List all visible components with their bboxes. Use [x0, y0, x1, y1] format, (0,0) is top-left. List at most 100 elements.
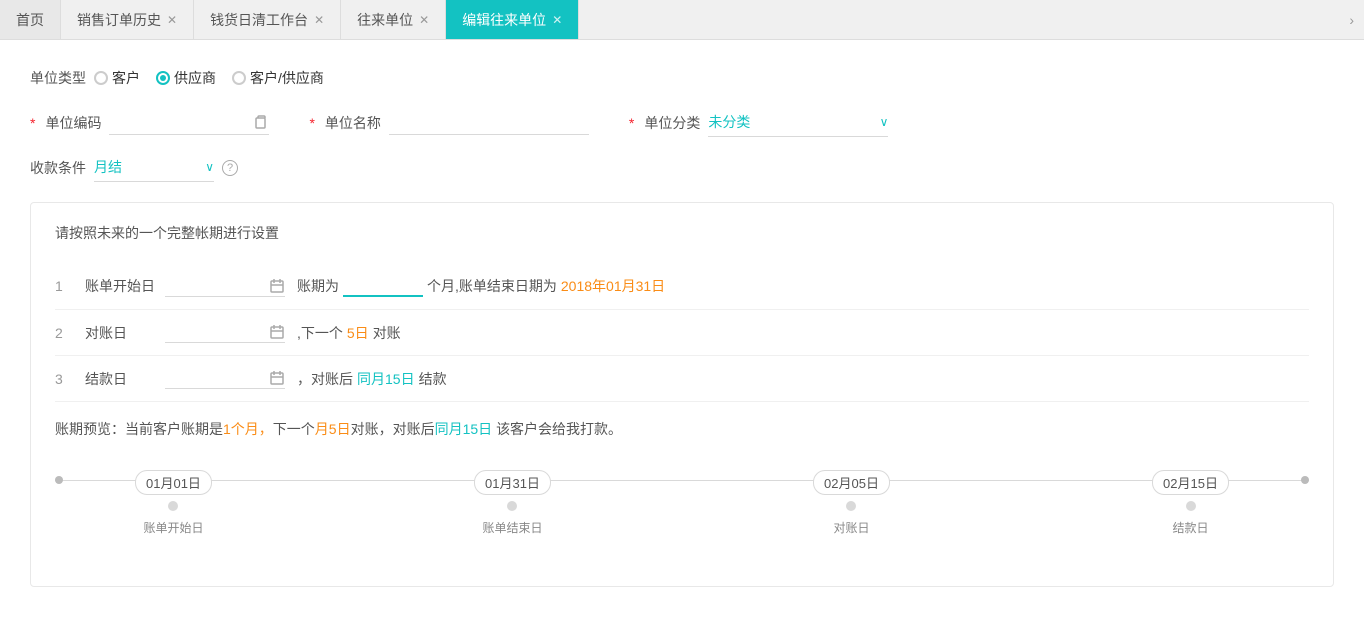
unit-category-label: 单位分类 [644, 113, 700, 133]
timeline-node-0-date: 01月01日 [135, 470, 212, 495]
reconcile-date-cal-icon[interactable] [269, 324, 285, 340]
unit-code-required: * [30, 115, 35, 131]
radio-customer-label: 客户 [112, 68, 140, 88]
row-desc-3: ，对账后 同月15日 结款 [297, 369, 447, 389]
suffix-pre-1: 账期为 [297, 276, 339, 296]
tab-edit-counterparty-close[interactable]: ✕ [552, 14, 562, 26]
timeline-node-3-label: 结款日 [1173, 519, 1209, 536]
tab-arrow[interactable]: › [1339, 0, 1364, 39]
tab-cash-work-label: 钱货日清工作台 [210, 10, 308, 30]
timeline-node-0-dot [168, 501, 178, 511]
row-key-2: 对账日 [85, 323, 165, 343]
row-num-3: 3 [55, 371, 85, 387]
preview-suffix: 该客户会给我打款。 [496, 421, 622, 437]
payment-date-wrap: 2018-02-15 [165, 368, 285, 389]
row-desc-1: 账期为 1 个月,账单结束日期为 2018年01月31日 [297, 275, 665, 297]
timeline-node-1-dot [507, 501, 517, 511]
tab-edit-counterparty-label: 编辑往来单位 [462, 10, 546, 30]
payment-terms-field: 收款条件 月结 ∨ ? [30, 153, 238, 182]
unit-type-field: 单位类型 客户 供应商 客户/供应商 [30, 68, 324, 88]
unit-category-field: * 单位分类 未分类 ∨ [629, 108, 888, 137]
unit-category-select[interactable]: 未分类 ∨ [708, 108, 888, 137]
timeline-node-1-date: 01月31日 [474, 470, 551, 495]
tab-counterparty-label: 往来单位 [357, 10, 413, 30]
unit-code-copy-icon[interactable] [253, 114, 269, 130]
timeline-node-3: 02月15日 结款日 [1152, 470, 1229, 536]
timeline-nodes: 01月01日 账单开始日 01月31日 账单结束日 02月05日 对账日 [55, 470, 1309, 536]
radio-customer[interactable]: 客户 [94, 68, 140, 88]
timeline-node-1: 01月31日 账单结束日 [474, 470, 551, 536]
radio-supplier-circle [156, 71, 170, 85]
timeline-node-2: 02月05日 对账日 [813, 470, 890, 536]
tab-home[interactable]: 首页 [0, 0, 61, 39]
payment-date-input[interactable]: 2018-02-15 [165, 368, 265, 388]
preview-payment-day: 同月15日 [435, 421, 493, 437]
timeline-node-2-dot [846, 501, 856, 511]
period-input[interactable]: 1 [343, 275, 423, 297]
unit-name-required: * [309, 115, 314, 131]
unit-type-row: 单位类型 客户 供应商 客户/供应商 [30, 68, 1334, 88]
preview-reconcile-day: 月5日 [315, 421, 351, 437]
unit-type-label: 单位类型 [30, 68, 86, 88]
preview-section: 账期预览：当前客户账期是1个月，下一个月5日对账，对账后同月15日 该客户会给我… [55, 402, 1309, 566]
unit-code-input[interactable]: 000001 [109, 110, 249, 134]
tab-counterparty[interactable]: 往来单位 ✕ [341, 0, 446, 39]
row-key-1: 账单开始日 [85, 276, 165, 296]
preview-reconcile-post: 对账，对账后 [351, 421, 435, 437]
tab-home-label: 首页 [16, 10, 44, 30]
reconcile-date-wrap: 2018-02-05 [165, 322, 285, 343]
row-desc-2: ,下一个 5日 对账 [297, 323, 401, 343]
payment-terms-row: 收款条件 月结 ∨ ? [30, 153, 1334, 182]
tab-edit-counterparty[interactable]: 编辑往来单位 ✕ [446, 0, 579, 39]
timeline-node-2-date: 02月05日 [813, 470, 890, 495]
payment-terms-value: 月结 [94, 157, 201, 177]
reconcile-date-input[interactable]: 2018-02-05 [165, 322, 265, 342]
row-num-2: 2 [55, 325, 85, 341]
suffix-pre-3: ，对账后 [297, 369, 353, 389]
unit-name-input[interactable]: 河南供应商22 [389, 110, 589, 135]
timeline-node-0-label: 账单开始日 [143, 519, 203, 536]
unit-info-row: * 单位编码 000001 * 单位名称 河南供应商22 * 单位分类 未分类 … [30, 108, 1334, 137]
unit-name-label: 单位名称 [325, 113, 381, 133]
tab-cash-work[interactable]: 钱货日清工作台 ✕ [194, 0, 341, 39]
preview-text: 账期预览：当前客户账期是1个月，下一个月5日对账，对账后同月15日 该客户会给我… [55, 418, 1309, 440]
detail-row-2: 2 对账日 2018-02-05 ,下一个 5日 对账 [55, 310, 1309, 356]
preview-reconcile-pre: 下一个 [273, 421, 315, 437]
unit-type-radio-group: 客户 供应商 客户/供应商 [94, 68, 324, 88]
timeline-node-0: 01月01日 账单开始日 [135, 470, 212, 536]
unit-category-value: 未分类 [708, 112, 875, 132]
tab-cash-work-close[interactable]: ✕ [314, 14, 324, 26]
suffix-post-3: 结款 [419, 369, 447, 389]
unit-code-input-wrap: 000001 [109, 110, 269, 135]
tab-sales-history-close[interactable]: ✕ [167, 14, 177, 26]
main-content: 单位类型 客户 供应商 客户/供应商 * 单位编码 [0, 40, 1364, 627]
start-date-cal-icon[interactable] [269, 278, 285, 294]
radio-supplier[interactable]: 供应商 [156, 68, 216, 88]
suffix-post-2: 对账 [373, 323, 401, 343]
timeline-node-1-label: 账单结束日 [482, 519, 542, 536]
radio-both-label: 客户/供应商 [250, 68, 324, 88]
payment-terms-help-icon[interactable]: ? [222, 160, 238, 176]
payment-terms-select[interactable]: 月结 ∨ [94, 153, 214, 182]
tab-counterparty-close[interactable]: ✕ [419, 14, 429, 26]
payment-day-highlight: 同月15日 [357, 369, 415, 389]
row-num-1: 1 [55, 278, 85, 294]
timeline-node-3-date: 02月15日 [1152, 470, 1229, 495]
tabs-bar: 首页 销售订单历史 ✕ 钱货日清工作台 ✕ 往来单位 ✕ 编辑往来单位 ✕ › [0, 0, 1364, 40]
radio-supplier-label: 供应商 [174, 68, 216, 88]
reconcile-day-highlight: 5日 [347, 323, 369, 343]
timeline-node-2-label: 对账日 [833, 519, 869, 536]
end-date-highlight: 2018年01月31日 [561, 276, 665, 296]
start-date-input[interactable]: 2018-01-01 [165, 276, 265, 296]
suffix-pre-2: ,下一个 [297, 323, 343, 343]
radio-both[interactable]: 客户/供应商 [232, 68, 324, 88]
preview-period: 1个月， [223, 421, 273, 437]
unit-code-field: * 单位编码 000001 [30, 110, 269, 135]
row-key-3: 结款日 [85, 369, 165, 389]
timeline: 01月01日 账单开始日 01月31日 账单结束日 02月05日 对账日 [55, 460, 1309, 566]
payment-date-cal-icon[interactable] [269, 370, 285, 386]
tab-sales-history[interactable]: 销售订单历史 ✕ [61, 0, 194, 39]
start-date-wrap: 2018-01-01 [165, 276, 285, 297]
detail-row-3: 3 结款日 2018-02-15 ，对账后 同月15日 结款 [55, 356, 1309, 402]
section-title: 请按照未来的一个完整帐期进行设置 [55, 223, 1309, 243]
